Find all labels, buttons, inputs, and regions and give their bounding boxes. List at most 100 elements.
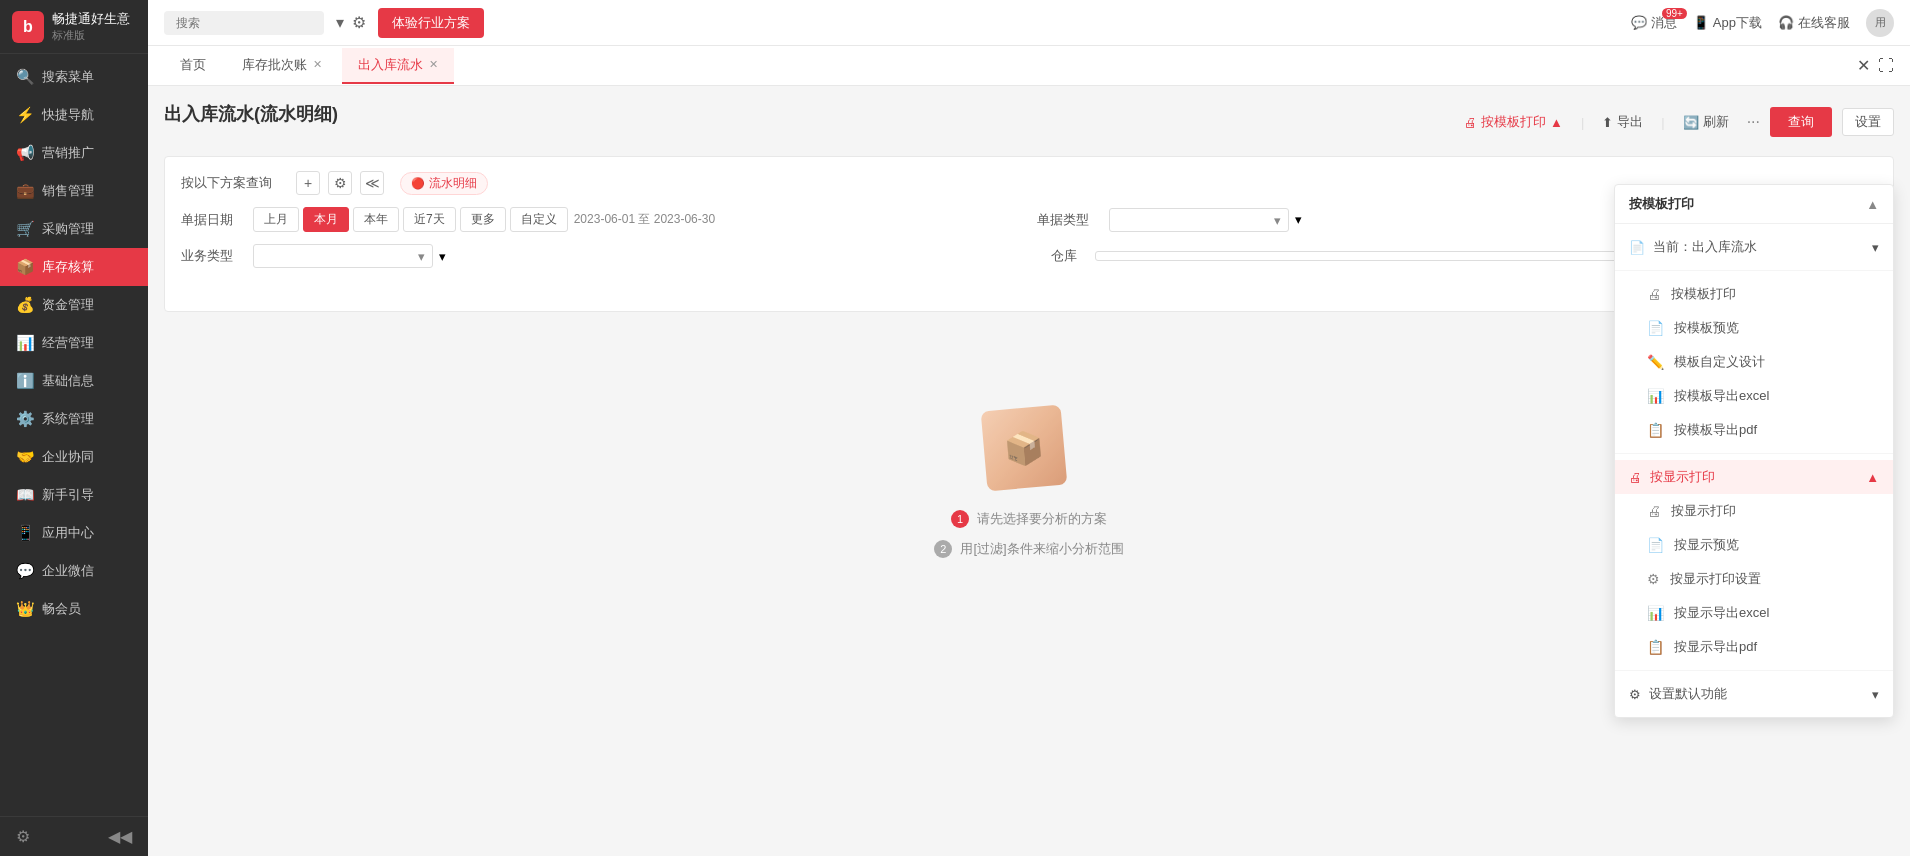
empty-step-2-text: 用[过滤]条件来缩小分析范围 <box>960 540 1123 558</box>
gear-icon[interactable]: ⚙ <box>352 13 366 32</box>
pdf-icon: 📋 <box>1647 422 1664 438</box>
footer-settings-icon[interactable]: ⚙ <box>16 827 30 846</box>
sidebar-item-enterprise[interactable]: 🤝 企业协同 <box>0 438 148 476</box>
type-expand-icon[interactable]: ▾ <box>1295 212 1302 227</box>
member-icon: 👑 <box>16 600 34 618</box>
tab-home[interactable]: 首页 <box>164 48 222 84</box>
topbar-right: 💬 消息 99+ 📱 App下载 🎧 在线客服 用 <box>1631 9 1894 37</box>
wechat-icon: 💬 <box>16 562 34 580</box>
sidebar-item-finance[interactable]: 💰 资金管理 <box>0 286 148 324</box>
prev-month-btn[interactable]: 上月 <box>253 207 299 232</box>
sidebar-nav: 🔍 搜索菜单 ⚡ 快捷导航 📢 营销推广 💼 销售管理 🛒 采购管理 📦 库存核… <box>0 54 148 816</box>
template-design-item[interactable]: ✏️ 模板自定义设计 <box>1615 345 1893 379</box>
display-export-excel-item[interactable]: 📊 按显示导出excel <box>1615 596 1893 630</box>
template-export-pdf-item[interactable]: 📋 按模板导出pdf <box>1615 413 1893 447</box>
service-icon: 🎧 <box>1778 15 1794 30</box>
sidebar-item-operations[interactable]: 📊 经营管理 <box>0 324 148 362</box>
tag-dot-icon: 🔴 <box>411 177 425 190</box>
current-template-label: 📄 当前：出入库流水 <box>1629 238 1757 256</box>
purchase-icon: 🛒 <box>16 220 34 238</box>
filter-collapse-btn[interactable]: ≪ <box>360 171 384 195</box>
this-year-btn[interactable]: 本年 <box>353 207 399 232</box>
sidebar-item-search-menu[interactable]: 🔍 搜索菜单 <box>0 58 148 96</box>
sidebar-item-label: 营销推广 <box>42 144 94 162</box>
tab-inventory-flow[interactable]: 出入库流水 ✕ <box>342 48 454 84</box>
sidebar-item-inventory[interactable]: 📦 库存核算 <box>0 248 148 286</box>
template-print-section: 🖨 按模板打印 📄 按模板预览 ✏️ 模板自定义设计 📊 按模板导出excel … <box>1615 271 1893 454</box>
template-export-excel-item[interactable]: 📊 按模板导出excel <box>1615 379 1893 413</box>
tab-batch-account-close[interactable]: ✕ <box>313 58 322 71</box>
recent-7-btn[interactable]: 近7天 <box>403 207 456 232</box>
sidebar-item-purchase[interactable]: 🛒 采购管理 <box>0 210 148 248</box>
display-export-pdf-item[interactable]: 📋 按显示导出pdf <box>1615 630 1893 664</box>
sidebar-item-beginner[interactable]: 📖 新手引导 <box>0 476 148 514</box>
print-template-btn[interactable]: 🖨 按模板打印 ▲ <box>1456 109 1571 135</box>
add-filter-btn[interactable]: + <box>296 171 320 195</box>
marketing-icon: 📢 <box>16 144 34 162</box>
topbar-search-input[interactable] <box>164 11 324 35</box>
refresh-btn[interactable]: 🔄 刷新 <box>1675 109 1737 135</box>
footer-collapse-icon[interactable]: ◀◀ <box>108 827 132 846</box>
default-fn-header[interactable]: ⚙ 设置默认功能 ▾ <box>1615 677 1893 711</box>
print-icon: 🖨 <box>1464 115 1477 130</box>
export-btn[interactable]: ⬆ 导出 <box>1594 109 1651 135</box>
query-btn[interactable]: 查询 <box>1770 107 1832 137</box>
notifications-btn[interactable]: 💬 消息 99+ <box>1631 14 1677 32</box>
type-select[interactable] <box>1109 208 1289 232</box>
chevron-down-icon[interactable]: ▾ <box>336 13 344 32</box>
notifications-badge: 99+ <box>1662 8 1687 19</box>
template-print-item[interactable]: 🖨 按模板打印 <box>1615 277 1893 311</box>
user-avatar[interactable]: 用 <box>1866 9 1894 37</box>
date-field-label: 单据日期 <box>181 211 237 229</box>
empty-illustration: 📦 <box>984 408 1074 498</box>
display-preview-item[interactable]: 📄 按显示预览 <box>1615 528 1893 562</box>
sidebar-item-label: 经营管理 <box>42 334 94 352</box>
settings-btn[interactable]: 设置 <box>1842 108 1894 136</box>
sidebar-item-wechat[interactable]: 💬 企业微信 <box>0 552 148 590</box>
more-date-btn[interactable]: 更多 <box>460 207 506 232</box>
beginner-icon: 📖 <box>16 486 34 504</box>
filter-action-btns: + ⚙ ≪ <box>296 171 384 195</box>
refresh-label: 刷新 <box>1703 113 1729 131</box>
tab-batch-account[interactable]: 库存批次账 ✕ <box>226 48 338 84</box>
sidebar-item-app-center[interactable]: 📱 应用中心 <box>0 514 148 552</box>
print-template-label: 按模板打印 <box>1481 113 1546 131</box>
filter-scheme-label: 按以下方案查询 <box>181 174 272 192</box>
tab-close-all-btn[interactable]: ✕ <box>1857 56 1870 75</box>
trial-btn[interactable]: 体验行业方案 <box>378 8 484 38</box>
business-select[interactable] <box>253 244 433 268</box>
sidebar-item-quick-nav[interactable]: ⚡ 快捷导航 <box>0 96 148 134</box>
template-preview-item[interactable]: 📄 按模板预览 <box>1615 311 1893 345</box>
system-icon: ⚙️ <box>16 410 34 428</box>
sidebar-item-member[interactable]: 👑 畅会员 <box>0 590 148 628</box>
sidebar-item-sales[interactable]: 💼 销售管理 <box>0 172 148 210</box>
current-template-header[interactable]: 📄 当前：出入库流水 ▾ <box>1615 230 1893 264</box>
display-print-label: 按显示打印 <box>1671 502 1736 520</box>
settings2-icon: ⚙ <box>1647 571 1660 587</box>
dropdown-header-right: ▲ <box>1866 197 1879 212</box>
online-service-btn[interactable]: 🎧 在线客服 <box>1778 14 1850 32</box>
display-print-settings-label: 按显示打印设置 <box>1670 570 1761 588</box>
refresh-icon: 🔄 <box>1683 115 1699 130</box>
display-print-settings-item[interactable]: ⚙ 按显示打印设置 <box>1615 562 1893 596</box>
sidebar-item-marketing[interactable]: 📢 营销推广 <box>0 134 148 172</box>
more-dots[interactable]: ··· <box>1747 113 1760 131</box>
filter-settings-btn[interactable]: ⚙ <box>328 171 352 195</box>
sidebar-item-label: 基础信息 <box>42 372 94 390</box>
display-print-section-header[interactable]: 🖨 按显示打印 ▲ <box>1615 460 1893 494</box>
app-download-btn[interactable]: 📱 App下载 <box>1693 14 1762 32</box>
sidebar-item-system[interactable]: ⚙️ 系统管理 <box>0 400 148 438</box>
custom-date-btn[interactable]: 自定义 <box>510 207 568 232</box>
sales-icon: 💼 <box>16 182 34 200</box>
sidebar-item-basic-info[interactable]: ℹ️ 基础信息 <box>0 362 148 400</box>
empty-step-2: 2 用[过滤]条件来缩小分析范围 <box>934 540 1123 558</box>
app-center-icon: 📱 <box>16 524 34 542</box>
chevron-up-icon[interactable]: ▲ <box>1866 197 1879 212</box>
display-print-item[interactable]: 🖨 按显示打印 <box>1615 494 1893 528</box>
business-expand-icon[interactable]: ▾ <box>439 249 446 264</box>
tab-expand-btn[interactable]: ⛶ <box>1878 57 1894 75</box>
this-month-btn[interactable]: 本月 <box>303 207 349 232</box>
bell-icon: 💬 <box>1631 15 1647 30</box>
tab-inventory-flow-close[interactable]: ✕ <box>429 58 438 71</box>
sidebar-item-label: 采购管理 <box>42 220 94 238</box>
